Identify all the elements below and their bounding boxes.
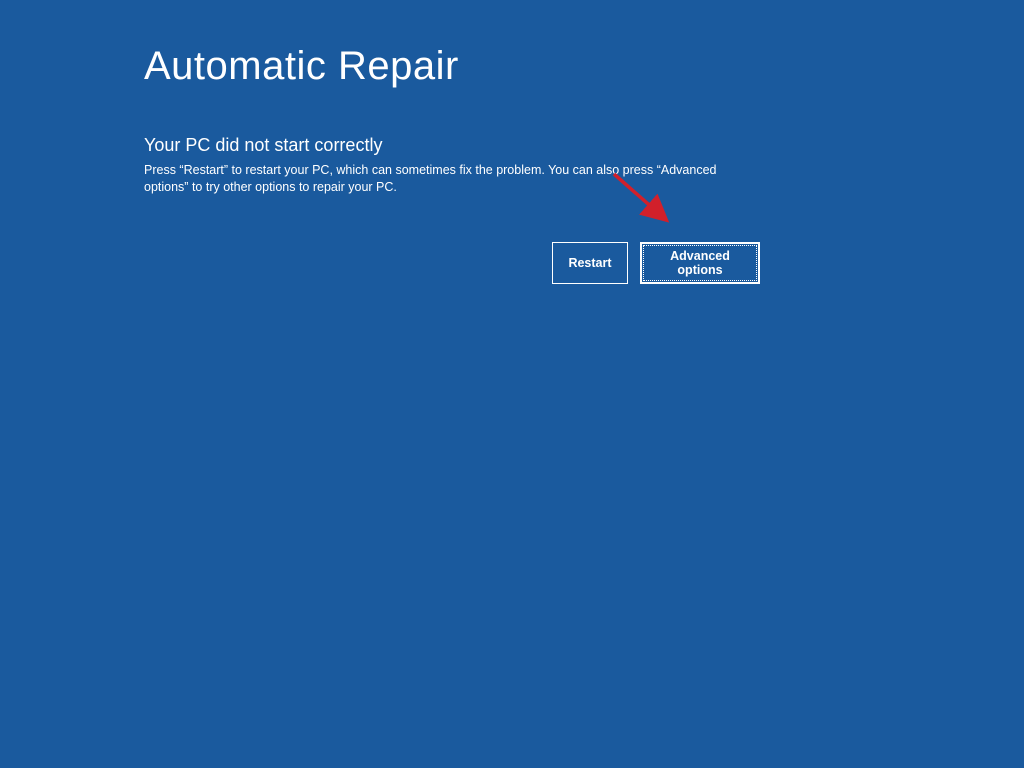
page-title: Automatic Repair <box>144 44 760 89</box>
advanced-options-button[interactable]: Advanced options <box>640 242 760 284</box>
button-row: Restart Advanced options <box>552 242 760 284</box>
page-subtitle: Your PC did not start correctly <box>144 135 760 156</box>
restart-button[interactable]: Restart <box>552 242 628 284</box>
recovery-screen: Automatic Repair Your PC did not start c… <box>0 0 760 284</box>
page-description: Press “Restart” to restart your PC, whic… <box>144 162 724 196</box>
